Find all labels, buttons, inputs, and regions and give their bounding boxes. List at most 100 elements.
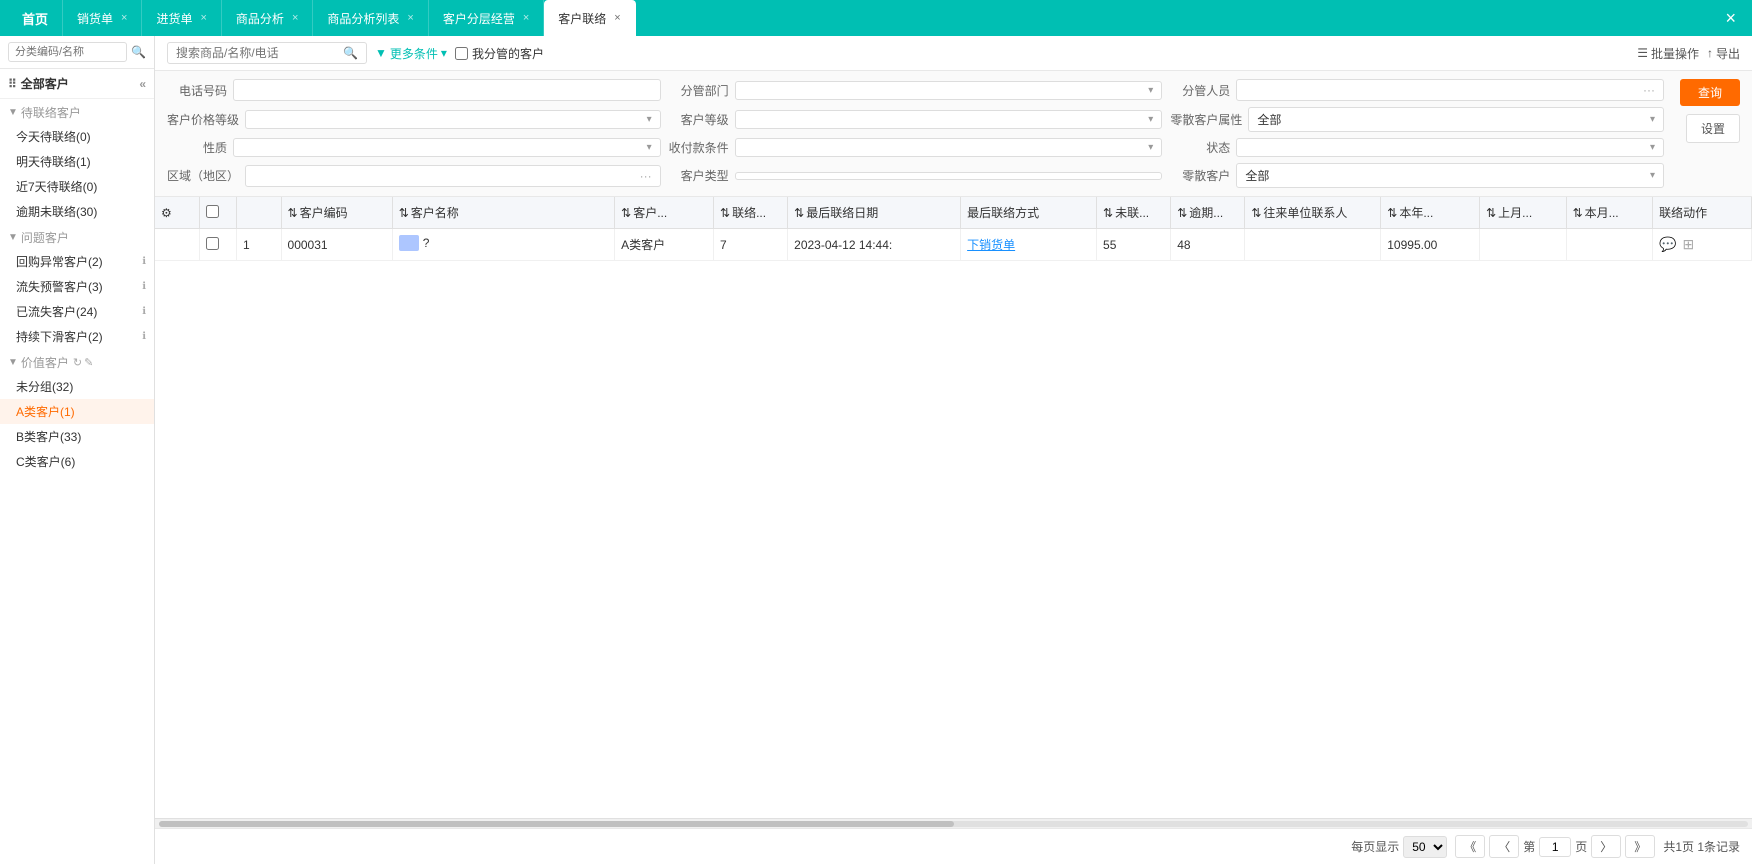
sort-code-icon[interactable]: ⇅ xyxy=(288,206,298,220)
filter-field-price-grade: 客户价格等级 ▾ xyxy=(167,110,661,129)
nav-customer-tier[interactable]: 客户分层经营 × xyxy=(429,0,544,36)
nature-select[interactable]: ▾ xyxy=(233,138,661,157)
phone-input[interactable] xyxy=(233,79,661,101)
close-customer-contact-icon[interactable]: × xyxy=(614,12,620,24)
sidebar-item-repurchase-abnormal[interactable]: 回购异常客户(2) ℹ xyxy=(0,249,154,274)
sidebar-item-overdue[interactable]: 逾期未联络(30) xyxy=(0,199,154,224)
retail-cust-select[interactable]: 全部 ▾ xyxy=(1236,163,1664,188)
nav-customer-contact[interactable]: 客户联络 × xyxy=(544,0,635,36)
sidebar-item-ungrouped[interactable]: 未分组(32) xyxy=(0,374,154,399)
th-settings[interactable]: ⚙ xyxy=(155,197,199,229)
close-product-analysis-list-icon[interactable]: × xyxy=(407,12,413,24)
close-all-button[interactable]: × xyxy=(1717,8,1744,29)
next-page-button[interactable]: 〉 xyxy=(1591,835,1621,858)
sidebar-search-input[interactable] xyxy=(8,42,127,62)
my-customer-checkbox-area[interactable]: 我分管的客户 xyxy=(455,45,544,62)
edit-value-icon[interactable]: ✎ xyxy=(84,356,93,369)
horizontal-scroll-bar[interactable] xyxy=(155,818,1752,828)
nav-sales[interactable]: 销货单 × xyxy=(63,0,142,36)
sort-uncontacted-icon[interactable]: ⇅ xyxy=(1103,206,1113,220)
action-message-icon[interactable]: 💬 xyxy=(1659,236,1676,253)
collapse-sidebar-icon[interactable]: « xyxy=(139,77,146,91)
scroll-thumb[interactable] xyxy=(159,821,954,827)
price-grade-select[interactable]: ▾ xyxy=(245,110,661,129)
sidebar-item-churned[interactable]: 已流失客户(24) ℹ xyxy=(0,299,154,324)
sort-contact-icon[interactable]: ⇅ xyxy=(720,206,730,220)
page-size-select[interactable]: 50 xyxy=(1403,836,1447,858)
sidebar-item-today-pending[interactable]: 今天待联络(0) xyxy=(0,124,154,149)
sidebar-item-churn-warning[interactable]: 流失预警客户(3) ℹ xyxy=(0,274,154,299)
info-icon-churn[interactable]: ℹ xyxy=(142,281,146,292)
nav-product-analysis-list[interactable]: 商品分析列表 × xyxy=(313,0,428,36)
info-icon-repurchase[interactable]: ℹ xyxy=(142,256,146,267)
sidebar-group-value[interactable]: ▼ 价值客户 ↻ ✎ xyxy=(0,349,154,374)
sidebar-item-week-pending[interactable]: 近7天待联络(0) xyxy=(0,174,154,199)
last-method-link[interactable]: 下销货单 xyxy=(967,238,1015,252)
cust-grade-select[interactable]: ▾ xyxy=(735,110,1163,129)
person-label: 分管人员 xyxy=(1170,82,1230,99)
settings-button[interactable]: 设置 xyxy=(1686,114,1740,143)
payment-select[interactable]: ▾ xyxy=(735,138,1163,157)
sidebar-item-c-class[interactable]: C类客户(6) xyxy=(0,449,154,474)
sort-last-date-icon[interactable]: ⇅ xyxy=(794,206,804,220)
close-product-analysis-icon[interactable]: × xyxy=(292,12,298,24)
prev-page-button[interactable]: 〈 xyxy=(1489,835,1519,858)
sidebar-item-declining[interactable]: 持续下滑客户(2) ℹ xyxy=(0,324,154,349)
nav-purchase[interactable]: 进货单 × xyxy=(142,0,221,36)
my-customer-checkbox[interactable] xyxy=(455,47,468,60)
table-row: 1 000031 ? A类客户 7 2023-04-12 14:44: xyxy=(155,229,1752,261)
sidebar-search-area: 🔍 xyxy=(0,36,154,69)
search-box: 🔍 xyxy=(167,42,367,64)
batch-action-button[interactable]: ☰ 批量操作 xyxy=(1637,45,1699,62)
sort-this-month-icon[interactable]: ⇅ xyxy=(1573,206,1583,220)
sidebar-item-tomorrow-pending[interactable]: 明天待联络(1) xyxy=(0,149,154,174)
status-select[interactable]: ▾ xyxy=(1236,138,1664,157)
region-select[interactable]: ··· xyxy=(245,165,661,187)
cust-type-select[interactable] xyxy=(735,172,1163,180)
table-settings-icon[interactable]: ⚙ xyxy=(161,206,172,220)
query-button[interactable]: 查询 xyxy=(1680,79,1740,106)
person-select[interactable]: ··· xyxy=(1236,79,1664,101)
sidebar-group-pending[interactable]: ▼ 待联络客户 xyxy=(0,99,154,124)
sidebar-item-a-class[interactable]: A类客户(1) xyxy=(0,399,154,424)
filter-field-payment: 收付款条件 ▾ xyxy=(669,138,1163,157)
sidebar-group-problem[interactable]: ▼ 问题客户 xyxy=(0,224,154,249)
sidebar-search-icon[interactable]: 🔍 xyxy=(131,45,146,59)
row-checkbox[interactable] xyxy=(206,237,219,250)
sort-name-icon[interactable]: ⇅ xyxy=(399,206,409,220)
page-number-input[interactable] xyxy=(1539,837,1571,857)
close-purchase-icon[interactable]: × xyxy=(200,12,206,24)
nav-home[interactable]: 首页 xyxy=(8,0,63,36)
all-customers-header[interactable]: ⠿ 全部客户 « xyxy=(0,69,154,99)
first-page-button[interactable]: 《 xyxy=(1455,835,1485,858)
sort-overdue-icon[interactable]: ⇅ xyxy=(1177,206,1187,220)
sidebar-item-b-class[interactable]: B类客户(33) xyxy=(0,424,154,449)
close-sales-icon[interactable]: × xyxy=(121,12,127,24)
info-icon-churned[interactable]: ℹ xyxy=(142,306,146,317)
th-checkbox xyxy=(199,197,236,229)
main-search-icon[interactable]: 🔍 xyxy=(343,46,358,60)
dept-select[interactable]: ▾ xyxy=(735,81,1163,100)
main-search-input[interactable] xyxy=(176,46,343,60)
td-last-method[interactable]: 下销货单 xyxy=(961,229,1097,261)
retail-attr-select[interactable]: 全部 ▾ xyxy=(1248,107,1664,132)
more-filter-button[interactable]: ▼ 更多条件 ▾ xyxy=(375,45,447,62)
sort-last-month-icon[interactable]: ⇅ xyxy=(1486,206,1496,220)
last-page-button[interactable]: 》 xyxy=(1625,835,1655,858)
sort-this-year-icon[interactable]: ⇅ xyxy=(1387,206,1397,220)
filter-field-retail-attr: 零散客户属性 全部 ▾ xyxy=(1170,107,1664,132)
person-dots-icon[interactable]: ··· xyxy=(1643,83,1655,97)
sort-company-icon[interactable]: ⇅ xyxy=(1251,206,1261,220)
th-action: 联络动作 xyxy=(1653,197,1752,229)
filter-row-1: 电话号码 分管部门 ▾ 分管人员 xyxy=(167,79,1664,101)
phone-label: 电话号码 xyxy=(167,82,227,99)
select-all-checkbox[interactable] xyxy=(206,205,219,218)
refresh-icon[interactable]: ↻ xyxy=(73,356,82,369)
sort-type-icon[interactable]: ⇅ xyxy=(621,206,631,220)
action-qr-icon[interactable]: ⊞ xyxy=(1683,236,1695,253)
export-button[interactable]: ↑ 导出 xyxy=(1707,45,1740,62)
close-customer-tier-icon[interactable]: × xyxy=(523,12,529,24)
nav-product-analysis[interactable]: 商品分析 × xyxy=(222,0,313,36)
region-dots-icon[interactable]: ··· xyxy=(640,169,652,183)
info-icon-declining[interactable]: ℹ xyxy=(142,331,146,342)
